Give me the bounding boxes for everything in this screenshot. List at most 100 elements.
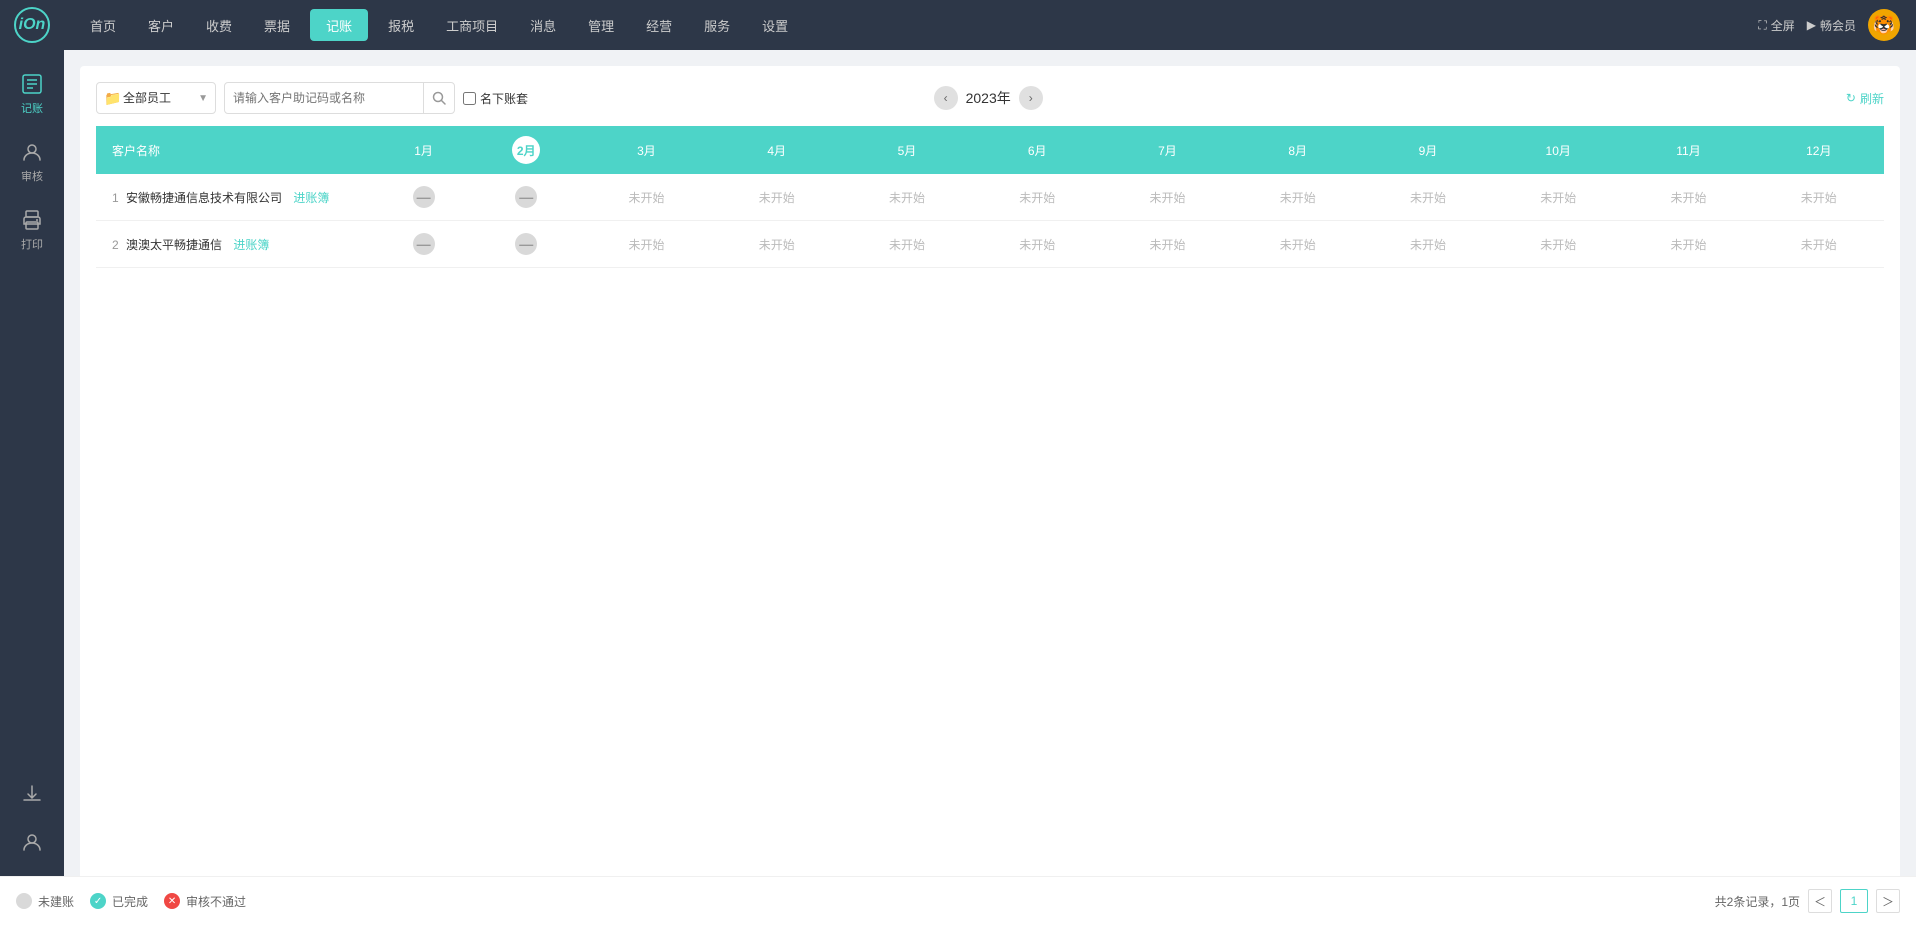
sidebar-item-print[interactable]: 打印 [0, 196, 64, 264]
row2-m6-status: 未开始 [1019, 238, 1055, 252]
nav-business[interactable]: 工商项目 [430, 0, 514, 50]
page-total-info: 共2条记录，1页 [1715, 893, 1800, 910]
my-accounts-checkbox-wrap[interactable]: 名下账套 [463, 90, 528, 107]
row1-m12: 未开始 [1754, 174, 1884, 221]
main-content: 📁 全部员工 ▼ [64, 50, 1916, 876]
sidebar-download[interactable] [0, 770, 64, 818]
row1-m2: — [471, 174, 581, 221]
col-m9: 9月 [1363, 126, 1493, 174]
fullscreen-btn[interactable]: ⛶ 全屏 [1758, 17, 1794, 34]
next-year-button[interactable]: › [1019, 86, 1043, 110]
row1-m8: 未开始 [1233, 174, 1363, 221]
row1-m1: — [376, 174, 471, 221]
vip-btn[interactable]: ▶ 畅会员 [1807, 17, 1856, 34]
nav-billing[interactable]: 收费 [190, 0, 248, 50]
logo-icon: iOn [14, 7, 50, 43]
nav-accounting[interactable]: 记账 [310, 9, 368, 41]
fullscreen-icon: ⛶ [1758, 18, 1766, 33]
nav-message[interactable]: 消息 [514, 0, 572, 50]
fullscreen-label: 全屏 [1771, 17, 1795, 34]
nav-management[interactable]: 管理 [572, 0, 630, 50]
nav-service[interactable]: 服务 [688, 0, 746, 50]
legend-gray-dot [16, 893, 32, 909]
row2-name-cell: 2 澳澳太平畅捷通信 进账簿 [96, 221, 376, 268]
row2-m9: 未开始 [1363, 221, 1493, 268]
row1-m8-status: 未开始 [1280, 191, 1316, 205]
year-display: 2023年 [966, 88, 1011, 108]
row2-m9-status: 未开始 [1410, 238, 1446, 252]
row1-client-name: 安徽畅捷通信息技术有限公司 [126, 191, 282, 205]
row2-m7-status: 未开始 [1149, 238, 1185, 252]
next-page-button[interactable]: ＞ [1876, 889, 1900, 913]
row1-m5: 未开始 [842, 174, 972, 221]
month-active-indicator: 2月 [512, 136, 540, 164]
nav-right-actions: ⛶ 全屏 ▶ 畅会员 🐯 [1758, 9, 1916, 41]
nav-settings[interactable]: 设置 [746, 0, 804, 50]
employee-select-group: 📁 全部员工 ▼ [96, 82, 216, 114]
prev-page-button[interactable]: ＜ [1808, 889, 1832, 913]
nav-customer[interactable]: 客户 [132, 0, 190, 50]
row2-m2-dash: — [515, 233, 537, 255]
content-card: 📁 全部员工 ▼ [80, 66, 1900, 876]
sidebar-bottom [0, 770, 64, 866]
search-group [224, 82, 455, 114]
row1-m5-status: 未开始 [889, 191, 925, 205]
sidebar-item-review[interactable]: 审核 [0, 128, 64, 196]
review-icon [20, 140, 44, 164]
row2-index: 2 [112, 238, 119, 252]
row2-m5: 未开始 [842, 221, 972, 268]
user-avatar[interactable]: 🐯 [1868, 9, 1900, 41]
user-icon [20, 830, 44, 854]
col-name: 客户名称 [96, 126, 376, 174]
employee-select[interactable]: 全部员工 [96, 82, 216, 114]
row2-m8-status: 未开始 [1280, 238, 1316, 252]
row1-name-cell: 1 安徽畅捷通信息技术有限公司 进账簿 [96, 174, 376, 221]
row2-m7: 未开始 [1102, 221, 1232, 268]
vip-label: 畅会员 [1820, 17, 1856, 34]
legend-not-built-label: 未建账 [38, 893, 74, 910]
row2-m10: 未开始 [1493, 221, 1623, 268]
col-m1: 1月 [376, 126, 471, 174]
legend-rejected-label: 审核不通过 [186, 893, 246, 910]
row1-enter-link[interactable]: 进账簿 [293, 191, 329, 205]
refresh-label: 刷新 [1860, 90, 1884, 107]
toolbar: 📁 全部员工 ▼ [96, 82, 1884, 114]
nav-invoice[interactable]: 票据 [248, 0, 306, 50]
nav-operation[interactable]: 经营 [630, 0, 688, 50]
sidebar-item-accounting[interactable]: 记账 [0, 60, 64, 128]
vip-icon: ▶ [1807, 18, 1816, 32]
row1-m4: 未开始 [712, 174, 842, 221]
top-navigation: iOn 首页 客户 收费 票据 记账 报税 工商项目 消息 管理 经营 服务 设… [0, 0, 1916, 50]
row1-index: 1 [112, 191, 119, 205]
my-accounts-checkbox[interactable] [463, 92, 476, 105]
refresh-button[interactable]: ↻ 刷新 [1846, 90, 1884, 107]
row1-m10: 未开始 [1493, 174, 1623, 221]
nav-tax[interactable]: 报税 [372, 0, 430, 50]
employee-select-wrap: 📁 全部员工 ▼ [96, 82, 216, 114]
legend-red-dot: ✕ [164, 893, 180, 909]
search-input[interactable] [224, 82, 424, 114]
sidebar-review-label: 审核 [21, 168, 43, 184]
row1-m6: 未开始 [972, 174, 1102, 221]
nav-home[interactable]: 首页 [74, 0, 132, 50]
row1-m7-status: 未开始 [1149, 191, 1185, 205]
row1-m7: 未开始 [1102, 174, 1232, 221]
sidebar-user[interactable] [0, 818, 64, 866]
row2-m6: 未开始 [972, 221, 1102, 268]
row1-m12-status: 未开始 [1801, 191, 1837, 205]
prev-year-button[interactable]: ‹ [934, 86, 958, 110]
accounts-table: 客户名称 1月 2月 3月 4月 5月 6月 7月 8月 9月 10月 11月 [96, 126, 1884, 268]
row2-enter-link[interactable]: 进账簿 [233, 238, 269, 252]
app-logo[interactable]: iOn [0, 0, 64, 50]
col-m7: 7月 [1102, 126, 1232, 174]
current-page: 1 [1840, 889, 1868, 913]
row2-m3-status: 未开始 [628, 238, 664, 252]
col-m10: 10月 [1493, 126, 1623, 174]
search-button[interactable] [423, 82, 455, 114]
row2-m2: — [471, 221, 581, 268]
print-icon [20, 208, 44, 232]
row1-m3-status: 未开始 [628, 191, 664, 205]
row2-m3: 未开始 [581, 221, 711, 268]
legend-teal-dot: ✓ [90, 893, 106, 909]
row2-m10-status: 未开始 [1540, 238, 1576, 252]
